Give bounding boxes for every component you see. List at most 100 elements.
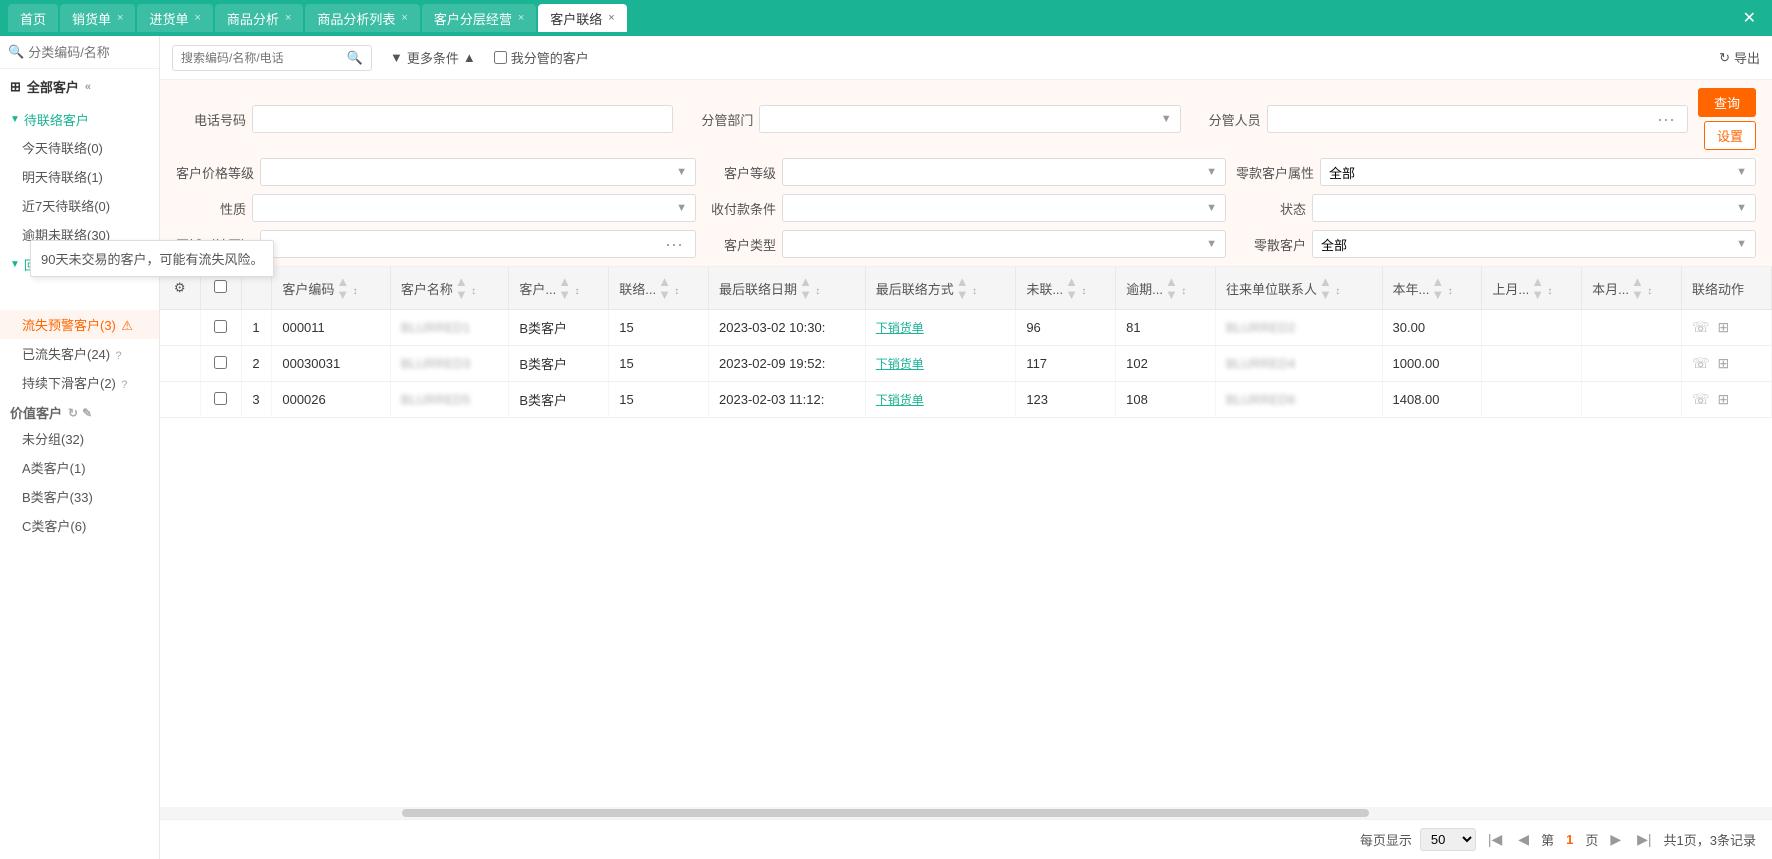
sidebar-item-class-b[interactable]: B类客户(33) — [0, 482, 159, 511]
tab-purchase-close[interactable]: × — [194, 12, 200, 24]
content-area: 🔍 ▼ 更多条件 ▲ 我分管的客户 ↻ 导出 电话号码 — [160, 36, 1772, 859]
page-nav-first[interactable]: |◀ — [1484, 829, 1506, 850]
action-call-icon-2[interactable]: ☏ — [1692, 391, 1710, 408]
scrollbar-thumb[interactable] — [402, 809, 1369, 817]
cell-contact-2: 15 — [609, 382, 709, 418]
tab-analysis[interactable]: 商品分析 × — [215, 4, 303, 32]
sidebar-item-tomorrow[interactable]: 明天待联络(1) — [0, 162, 159, 191]
select-all-checkbox[interactable] — [214, 280, 227, 293]
cell-last-contact-method-2[interactable]: 下销货单 — [865, 382, 1016, 418]
filter-gender-select[interactable]: ▼ — [252, 194, 696, 222]
filter-status: 状态 ▼ — [1236, 194, 1756, 222]
th-contact[interactable]: 联络... ▲▼ — [609, 267, 709, 310]
cell-checkbox-0[interactable] — [200, 310, 242, 346]
action-call-icon-1[interactable]: ☏ — [1692, 355, 1710, 372]
page-label: 第 — [1541, 830, 1554, 849]
page-suffix: 页 — [1585, 830, 1598, 849]
th-this-year[interactable]: 本年... ▲▼ — [1382, 267, 1482, 310]
sidebar-item-lost-predict[interactable]: 流失预警客户(3) ⚠ — [0, 310, 159, 339]
sidebar-search-input[interactable] — [28, 45, 160, 60]
th-last-contact-date[interactable]: 最后联络日期 ▲▼ — [709, 267, 866, 310]
page-nav-prev[interactable]: ◀ — [1514, 829, 1533, 850]
cell-this-month-2 — [1582, 382, 1682, 418]
window-close-button[interactable]: ✕ — [1735, 8, 1764, 28]
th-uncontact[interactable]: 未联... ▲▼ — [1016, 267, 1116, 310]
tab-customer-tier-close[interactable]: × — [518, 12, 524, 24]
cell-this-month-1 — [1582, 346, 1682, 382]
filter-payment-select[interactable]: ▼ — [782, 194, 1226, 222]
refresh-icon[interactable]: ↻ — [68, 406, 78, 420]
sidebar-collapse-btn[interactable]: « — [85, 81, 91, 93]
th-last-contact-method[interactable]: 最后联络方式 ▲▼ — [865, 267, 1016, 310]
export-icon: ↻ — [1719, 50, 1730, 66]
tab-analysis-list[interactable]: 商品分析列表 × — [305, 4, 419, 32]
tab-analysis-list-close[interactable]: × — [401, 12, 407, 24]
th-unit-contact[interactable]: 往来单位联系人 ▲▼ — [1215, 267, 1382, 310]
page-nav-next[interactable]: ▶ — [1606, 829, 1625, 850]
sidebar-group-pending[interactable]: ▼ 待联络客户 — [0, 104, 159, 133]
filter-customer-type-select[interactable]: ▼ — [782, 230, 1226, 258]
cell-last-contact-date-1: 2023-02-09 19:52: — [709, 346, 866, 382]
sidebar-item-class-a[interactable]: A类客户(1) — [0, 453, 159, 482]
filter-price-tier-select[interactable]: ▼ — [260, 158, 696, 186]
tab-analysis-close[interactable]: × — [285, 12, 291, 24]
cell-checkbox-2[interactable] — [200, 382, 242, 418]
tab-customer-contact-close[interactable]: × — [608, 12, 614, 24]
settings-button[interactable]: 设置 — [1704, 121, 1756, 150]
filter-dept-select[interactable]: ▼ — [759, 105, 1180, 133]
tab-purchase[interactable]: 进货单 × — [137, 4, 212, 32]
manager-more-icon[interactable]: ··· — [1653, 109, 1679, 130]
action-more-icon-0[interactable]: ⊞ — [1718, 319, 1730, 336]
sidebar-item-class-c[interactable]: C类客户(6) — [0, 511, 159, 540]
sidebar-item-week[interactable]: 近7天待联络(0) — [0, 191, 159, 220]
filter-region-select[interactable]: ··· — [260, 230, 696, 258]
cell-this-year-1: 1000.00 — [1382, 346, 1482, 382]
th-name[interactable]: 客户名称 ▲▼ — [390, 267, 509, 310]
filter-manager-select[interactable]: ··· — [1267, 105, 1688, 133]
sidebar-item-ungrouped[interactable]: 未分组(32) — [0, 424, 159, 453]
th-code[interactable]: 客户编码 ▲▼ — [272, 267, 391, 310]
filter-customer-tier-select[interactable]: ▼ — [782, 158, 1226, 186]
export-button[interactable]: ↻ 导出 — [1719, 48, 1760, 67]
per-page-select[interactable]: 50 100 200 — [1420, 828, 1476, 851]
settings-icon[interactable]: ⚙ — [174, 280, 186, 295]
sidebar-item-churn-down[interactable]: 持续下滑客户(2) ? — [0, 368, 159, 397]
filter-status-select[interactable]: ▼ — [1312, 194, 1756, 222]
action-more-icon-2[interactable]: ⊞ — [1718, 391, 1730, 408]
cell-checkbox-1[interactable] — [200, 346, 242, 382]
my-customers-checkbox[interactable] — [494, 51, 507, 64]
payment-arrow: ▼ — [1206, 202, 1217, 214]
action-more-icon-1[interactable]: ⊞ — [1718, 355, 1730, 372]
th-tier[interactable]: 客户... ▲▼ — [509, 267, 609, 310]
tab-customer-contact[interactable]: 客户联络 × — [538, 4, 626, 32]
th-overdue[interactable]: 逾期... ▲▼ — [1116, 267, 1216, 310]
toolbar-search-input[interactable] — [181, 51, 341, 65]
th-last-month[interactable]: 上月... ▲▼ — [1482, 267, 1582, 310]
filter-zero-sale-attr-select[interactable]: 全部 ▼ — [1320, 158, 1756, 186]
tab-home[interactable]: 首页 — [8, 4, 58, 32]
sidebar-all-customers[interactable]: ⊞ 全部客户 « — [0, 69, 159, 104]
horizontal-scrollbar[interactable] — [160, 807, 1772, 819]
cell-last-contact-method-0[interactable]: 下销货单 — [865, 310, 1016, 346]
region-more-icon[interactable]: ··· — [661, 234, 687, 255]
cell-last-contact-method-1[interactable]: 下销货单 — [865, 346, 1016, 382]
my-customers-checkbox-container[interactable]: 我分管的客户 — [494, 48, 589, 67]
th-action: 联络动作 — [1682, 267, 1772, 310]
filter-zero-sale: 零散客户 全部 ▼ — [1236, 230, 1756, 258]
th-this-month[interactable]: 本月... ▲▼ — [1582, 267, 1682, 310]
filter-phone-input[interactable] — [252, 105, 673, 133]
filter-row-4: 区域（地区） ··· 客户类型 ▼ 零散客户 全部 — [176, 230, 1756, 258]
query-button[interactable]: 查询 — [1698, 88, 1756, 117]
tab-sales[interactable]: 销货单 × — [60, 4, 135, 32]
toolbar-search-icon[interactable]: 🔍 — [347, 50, 363, 66]
page-nav-last[interactable]: ▶| — [1633, 829, 1655, 850]
sidebar-item-already-lost[interactable]: 已流失客户(24) ? — [0, 339, 159, 368]
more-conditions-btn[interactable]: ▼ 更多条件 ▲ — [382, 44, 484, 71]
tab-customer-tier[interactable]: 客户分层经营 × — [422, 4, 536, 32]
tab-sales-close[interactable]: × — [117, 12, 123, 24]
sidebar-item-today[interactable]: 今天待联络(0) — [0, 133, 159, 162]
filter-zero-sale-select[interactable]: 全部 ▼ — [1312, 230, 1756, 258]
action-call-icon-0[interactable]: ☏ — [1692, 319, 1710, 336]
edit-icon[interactable]: ✎ — [82, 406, 92, 420]
table-container: ⚙ 客户编码 ▲▼ — [160, 267, 1772, 807]
